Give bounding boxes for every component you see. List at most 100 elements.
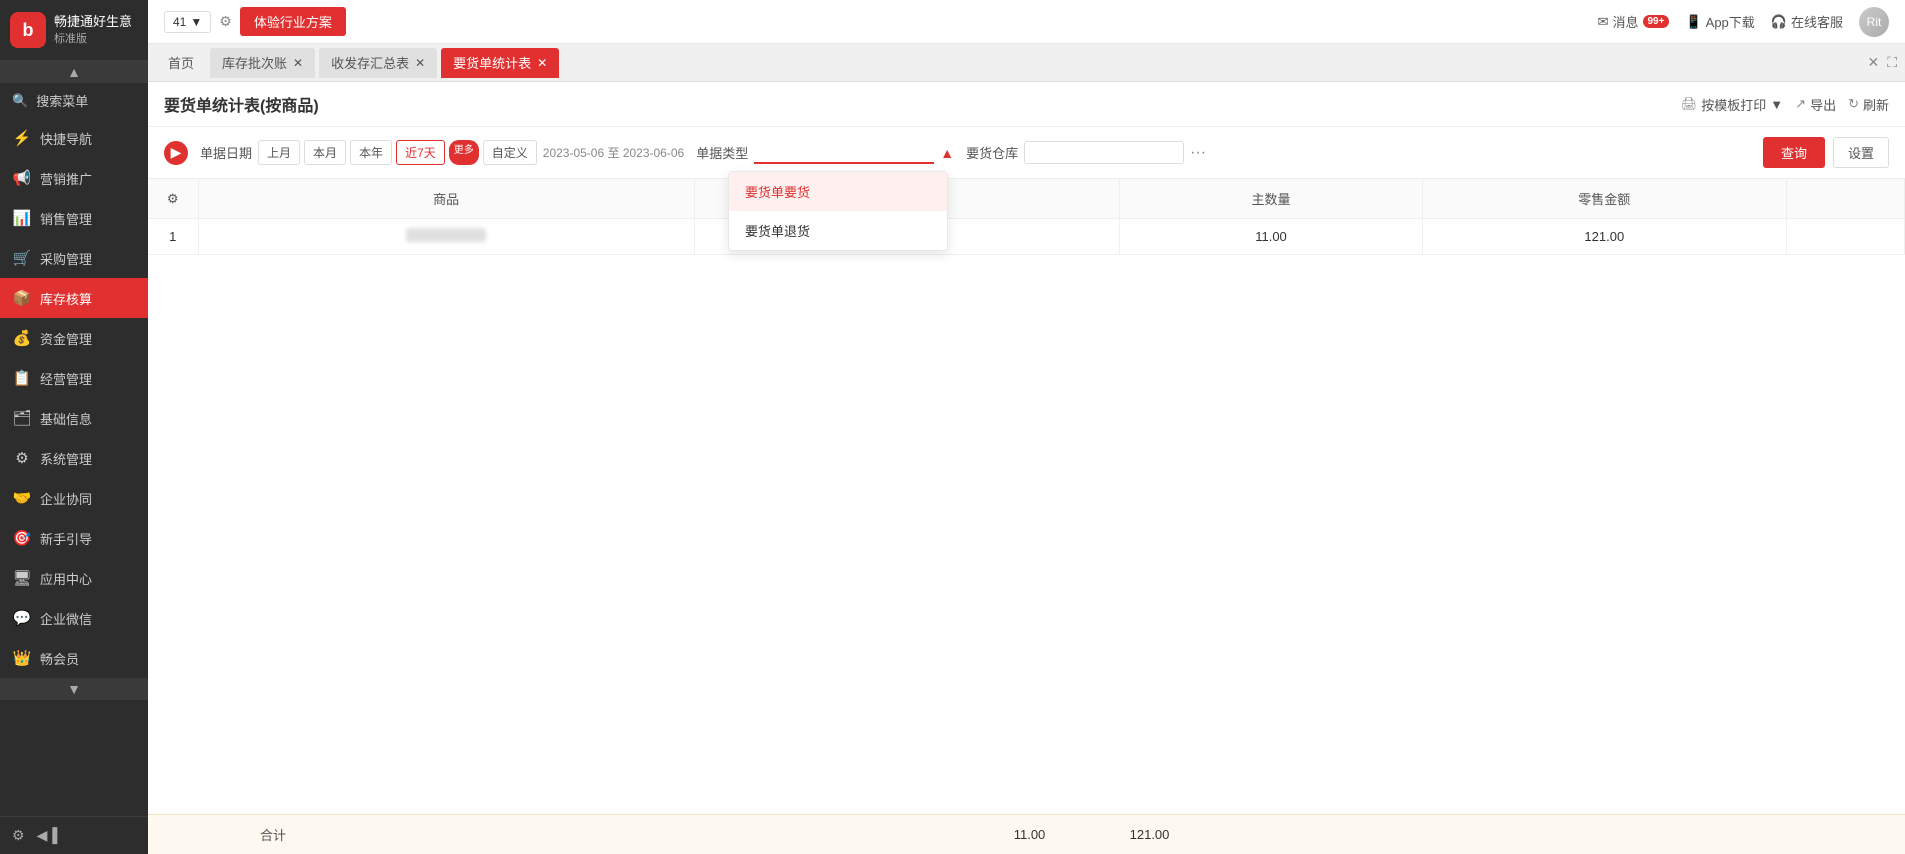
sidebar-item-label: 新手引导 [40,529,92,548]
user-avatar[interactable]: Rit [1859,7,1889,37]
sidebar-item-label: 营销推广 [40,169,92,188]
sidebar-item-collab[interactable]: 🤝 企业协同 [0,478,148,518]
sidebar-item-label: 应用中心 [40,569,92,588]
message-label: 消息 [1612,12,1638,31]
sidebar-item-guide[interactable]: 🎯 新手引导 [0,518,148,558]
tab-close-icon[interactable]: ✕ [293,56,303,70]
filter-type-arrow-icon[interactable]: ▲ [940,145,954,161]
sidebar-item-label: 系统管理 [40,449,92,468]
tab-close-all-icon[interactable]: ✕ [1867,54,1879,71]
filter-warehouse-input[interactable] [1024,141,1184,164]
sidebar-item-member[interactable]: 👑 畅会员 [0,638,148,678]
print-action[interactable]: 🖨 按模板打印 ▼ [1681,95,1783,114]
setting-btn[interactable]: 设置 [1833,137,1889,168]
tabbar-controls: ✕ ⛶ [1867,54,1897,71]
trial-btn[interactable]: 体验行业方案 [240,7,346,36]
guide-icon: 🎯 [12,528,32,548]
tab-close-icon[interactable]: ✕ [415,56,425,70]
refresh-action[interactable]: ↻ 刷新 [1848,95,1889,114]
filter-date-this-month[interactable]: 本月 [304,140,346,165]
sidebar-scroll-down[interactable]: ▼ [0,678,148,700]
table-container: ⚙ 商品 主计量单位 主数量 零售金额 1 块 [148,179,1905,814]
wecom-icon: 💬 [12,608,32,628]
company-selector[interactable]: 41 ▼ [164,11,211,33]
tab-inventory-batch[interactable]: 库存批次账 ✕ [210,48,315,78]
sidebar-collapse-btn[interactable]: ◀▐ [37,827,58,844]
sidebar-settings-btn[interactable]: ⚙ [12,827,25,844]
sidebar-item-label: 快捷导航 [40,129,92,148]
topbar-left: 41 ▼ ⚙ 体验行业方案 [164,7,1588,36]
sidebar-item-search[interactable]: 🔍 搜索菜单 [0,83,148,118]
dropdown-option-1[interactable]: 要货单退货 [729,211,947,250]
mobile-icon: 📱 [1685,14,1701,30]
sidebar-item-sales[interactable]: 📊 销售管理 [0,198,148,238]
sidebar-item-label: 经营管理 [40,369,92,388]
marketing-icon: 📢 [12,168,32,188]
app-download-label: App下载 [1706,12,1755,31]
dropdown-option-0[interactable]: 要货单要货 [729,172,947,211]
tab-shipment-summary[interactable]: 收发存汇总表 ✕ [319,48,437,78]
tab-home[interactable]: 首页 [156,48,206,78]
message-icon: ✉ [1598,14,1609,30]
sidebar-item-marketing[interactable]: 📢 营销推广 [0,158,148,198]
filter-actions: 查询 设置 [1763,137,1889,168]
filter-more-badge[interactable]: 更多 [449,140,479,165]
footer-label: 合计 [210,825,286,844]
tab-fullscreen-icon[interactable]: ⛶ [1887,54,1897,71]
table-row: 1 块 11.00 121.00 [148,219,1905,255]
tab-close-icon[interactable]: ✕ [537,56,547,70]
sidebar-item-operations[interactable]: 📋 经营管理 [0,358,148,398]
blurred-product-name [406,228,486,242]
tab-order-stats[interactable]: 要货单统计表 ✕ [441,48,559,78]
filter-date-this-year[interactable]: 本年 [350,140,392,165]
filter-warehouse-label: 要货仓库 [966,143,1018,162]
data-table: ⚙ 商品 主计量单位 主数量 零售金额 1 块 [148,179,1905,255]
topbar: 41 ▼ ⚙ 体验行业方案 ✉ 消息 99+ 📱 App下载 🎧 在线客服 Ri… [148,0,1905,44]
settings-gear-icon[interactable]: ⚙ [219,13,232,30]
query-btn[interactable]: 查询 [1763,137,1825,168]
page-header: 要货单统计表(按商品) 🖨 按模板打印 ▼ ↗ 导出 ↻ 刷新 [148,82,1905,127]
cell-index: 1 [148,219,198,255]
sidebar-scroll-up[interactable]: ▲ [0,61,148,83]
sidebar-item-inventory[interactable]: 📦 库存核算 [0,278,148,318]
sidebar-item-appcenter[interactable]: 🖥 应用中心 [0,558,148,598]
sidebar-item-purchase[interactable]: 🛒 采购管理 [0,238,148,278]
sidebar-search-label: 搜索菜单 [36,91,88,110]
footer-quantity: 11.00 [970,827,1090,842]
member-icon: 👑 [12,648,32,668]
sidebar-item-finance[interactable]: 💰 资金管理 [0,318,148,358]
sidebar-item-label: 基础信息 [40,409,92,428]
cell-product [198,219,694,255]
col-header-quantity: 主数量 [1120,179,1423,219]
app-download-btn[interactable]: 📱 App下载 [1685,12,1754,31]
sidebar-item-quicknav[interactable]: ⚡ 快捷导航 [0,118,148,158]
filter-date-group: 单据日期 上月 本月 本年 近7天 更多 自定义 2023-05-06 至 20… [200,140,684,165]
export-action[interactable]: ↗ 导出 [1795,95,1836,114]
filter-warehouse-group: 要货仓库 ··· [966,141,1206,164]
col-header-settings[interactable]: ⚙ [148,179,198,219]
filter-expand-btn[interactable]: ▶ [164,141,188,165]
filter-date-last-month[interactable]: 上月 [258,140,300,165]
filter-date-label: 单据日期 [200,143,252,162]
message-btn[interactable]: ✉ 消息 99+ [1598,12,1670,31]
sidebar-item-wecom[interactable]: 💬 企业微信 [0,598,148,638]
print-icon: 🖨 [1681,96,1698,112]
sidebar-item-label: 资金管理 [40,329,92,348]
quicknav-icon: ⚡ [12,128,32,148]
filter-date-7days[interactable]: 近7天 [396,140,445,165]
sidebar-item-basicinfo[interactable]: 🗂 基础信息 [0,398,148,438]
filter-date-custom[interactable]: 自定义 [483,140,537,165]
tab-label: 收发存汇总表 [331,53,409,72]
operations-icon: 📋 [12,368,32,388]
sidebar-item-system[interactable]: ⚙ 系统管理 [0,438,148,478]
filter-warehouse-dots-icon[interactable]: ··· [1190,144,1206,162]
company-selector-value: 41 [173,15,186,29]
online-service-btn[interactable]: 🎧 在线客服 [1771,12,1843,31]
finance-icon: 💰 [12,328,32,348]
purchase-icon: 🛒 [12,248,32,268]
cell-amount: 121.00 [1422,219,1786,255]
filter-type-group: 单据类型 ▲ [696,141,954,164]
filter-type-input[interactable] [754,141,934,164]
main-content: 41 ▼ ⚙ 体验行业方案 ✉ 消息 99+ 📱 App下载 🎧 在线客服 Ri… [148,0,1905,854]
app-logo-icon: b [10,12,46,48]
